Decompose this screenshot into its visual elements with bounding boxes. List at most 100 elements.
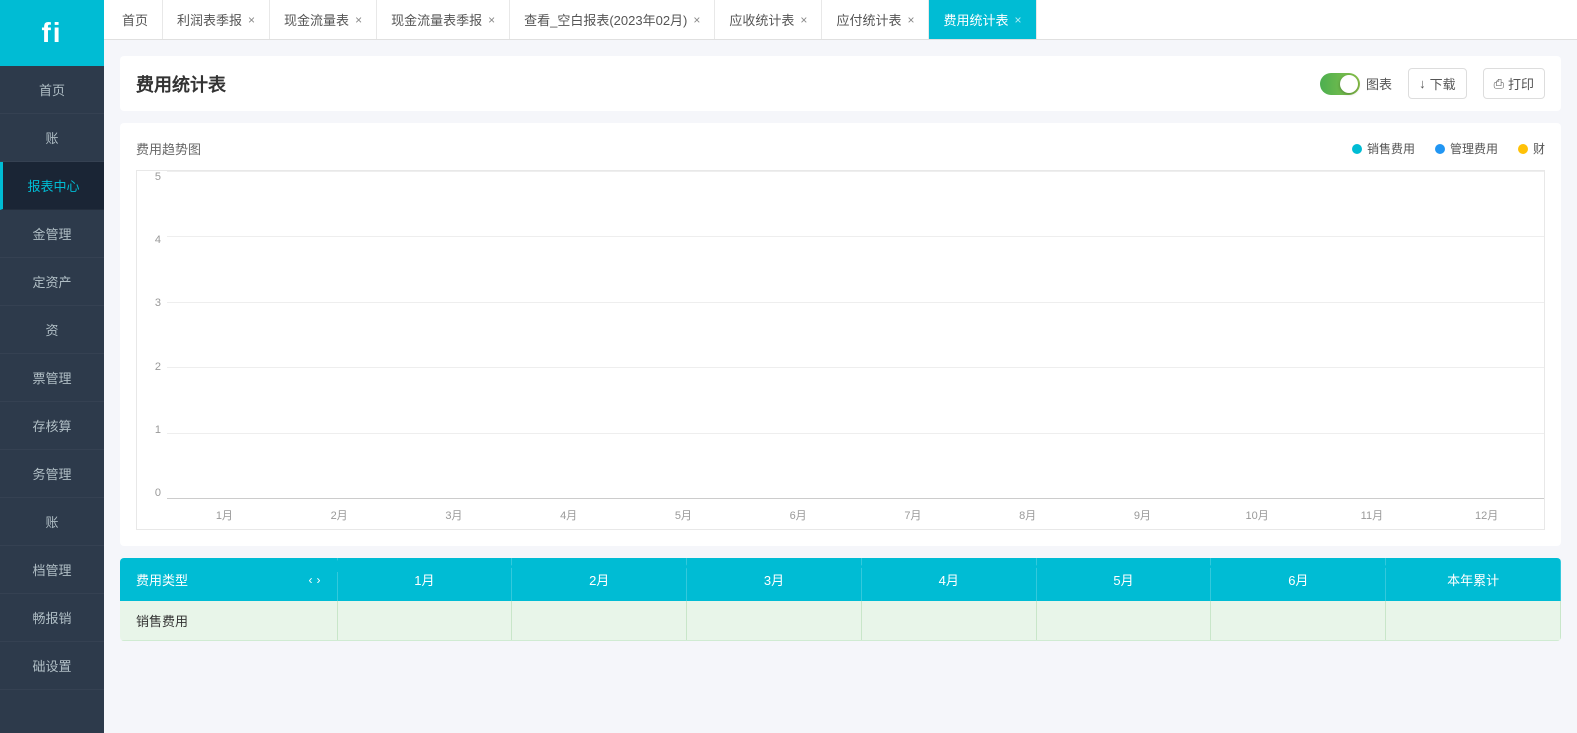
x-label-1: 1月 <box>167 507 282 523</box>
tab-home-label: 首页 <box>122 10 148 29</box>
td-sales-m3 <box>687 601 862 640</box>
legend-dot-admin <box>1435 144 1445 154</box>
tab-blank-report-close[interactable]: × <box>693 13 700 27</box>
dot-6 <box>788 560 801 571</box>
th-type-label: 费用类型 <box>136 570 188 589</box>
dot-4 <box>560 560 573 571</box>
header-actions: 图表 ↓ 下载 ⎙ 打印 <box>1320 68 1545 99</box>
dot-10 <box>1244 560 1257 571</box>
sidebar: fi 首页 账 报表中心 金管理 定资产 资 票管理 存核算 务管理 账 档管理… <box>0 0 104 733</box>
tab-cashflow-quarterly-label: 现金流量表季报 <box>391 10 482 29</box>
toggle-label: 图表 <box>1366 74 1392 93</box>
dot-2 <box>332 560 345 571</box>
tab-receivable[interactable]: 应收统计表 × <box>715 0 822 40</box>
tab-profit-quarterly-close[interactable]: × <box>248 13 255 27</box>
print-icon: ⎙ <box>1494 76 1504 92</box>
chart-toggle[interactable]: 图表 <box>1320 73 1392 95</box>
print-label: 打印 <box>1508 74 1534 93</box>
tab-expense-stats-close[interactable]: × <box>1014 13 1021 27</box>
x-label-11: 11月 <box>1315 507 1430 523</box>
y-label-1: 1 <box>155 424 161 436</box>
tab-cashflow[interactable]: 现金流量表 × <box>270 0 377 40</box>
tab-profit-quarterly[interactable]: 利润表季报 × <box>163 0 270 40</box>
tab-expense-stats[interactable]: 费用统计表 × <box>929 0 1036 40</box>
page-header: 费用统计表 图表 ↓ 下载 ⎙ 打印 <box>120 56 1561 111</box>
x-label-4: 4月 <box>511 507 626 523</box>
main-area: 首页 利润表季报 × 现金流量表 × 现金流量表季报 × 查看_空白报表(202… <box>104 0 1577 733</box>
legend-dot-finance <box>1518 144 1528 154</box>
toggle-track[interactable] <box>1320 73 1360 95</box>
x-label-7: 7月 <box>856 507 971 523</box>
sidebar-item-invoice-mgmt[interactable]: 票管理 <box>0 354 104 402</box>
sidebar-item-service-mgmt[interactable]: 务管理 <box>0 450 104 498</box>
legend-finance-expense: 财 <box>1518 140 1545 157</box>
dot-8 <box>1016 560 1029 571</box>
td-sales-m6 <box>1211 601 1386 640</box>
tab-payable-close[interactable]: × <box>907 13 914 27</box>
tab-home[interactable]: 首页 <box>108 0 163 40</box>
y-label-5: 5 <box>155 171 161 183</box>
chart-legend: 销售费用 管理费用 财 <box>1352 140 1545 157</box>
x-axis-labels: 1月 2月 3月 4月 5月 6月 7月 8月 9月 10月 11月 12月 <box>167 501 1544 529</box>
y-label-2: 2 <box>155 361 161 373</box>
tab-cashflow-label: 现金流量表 <box>284 10 349 29</box>
dot-11 <box>1357 560 1370 571</box>
legend-label-admin: 管理费用 <box>1450 140 1498 157</box>
th-arrow-left[interactable]: ‹ <box>309 573 313 587</box>
th-arrow-right[interactable]: › <box>317 573 321 587</box>
tab-blank-report[interactable]: 查看_空白报表(2023年02月) × <box>510 0 715 40</box>
x-label-12: 12月 <box>1429 507 1544 523</box>
dot-12 <box>1471 560 1484 571</box>
print-button[interactable]: ⎙ 打印 <box>1483 68 1545 99</box>
content-area: 费用统计表 图表 ↓ 下载 ⎙ 打印 <box>104 40 1577 733</box>
sidebar-item-report-center[interactable]: 报表中心 <box>0 162 104 210</box>
tab-bar: 首页 利润表季报 × 现金流量表 × 现金流量表季报 × 查看_空白报表(202… <box>104 0 1577 40</box>
sidebar-item-expense-report[interactable]: 畅报销 <box>0 594 104 642</box>
sidebar-item-capital[interactable]: 资 <box>0 306 104 354</box>
x-label-9: 9月 <box>1085 507 1200 523</box>
td-sales-yearly <box>1386 601 1561 640</box>
td-sales-m4 <box>862 601 1037 640</box>
td-type-sales: 销售费用 <box>120 601 338 640</box>
tab-payable[interactable]: 应付统计表 × <box>822 0 929 40</box>
sidebar-item-ledger[interactable]: 账 <box>0 498 104 546</box>
y-label-4: 4 <box>155 234 161 246</box>
legend-sales-expense: 销售费用 <box>1352 140 1415 157</box>
td-sales-m1 <box>338 601 513 640</box>
sidebar-item-inventory[interactable]: 存核算 <box>0 402 104 450</box>
tab-receivable-close[interactable]: × <box>800 13 807 27</box>
y-label-0: 0 <box>155 487 161 499</box>
download-label: 下载 <box>1430 74 1456 93</box>
tab-expense-stats-label: 费用统计表 <box>943 10 1008 29</box>
dot-1 <box>218 560 231 571</box>
x-label-8: 8月 <box>970 507 1085 523</box>
page-title: 费用统计表 <box>136 71 226 97</box>
legend-admin-expense: 管理费用 <box>1435 140 1498 157</box>
x-label-5: 5月 <box>626 507 741 523</box>
download-button[interactable]: ↓ 下载 <box>1408 68 1467 99</box>
x-label-10: 10月 <box>1200 507 1315 523</box>
tab-payable-label: 应付统计表 <box>836 10 901 29</box>
y-axis-labels: 5 4 3 2 1 0 <box>137 171 167 499</box>
dot-5 <box>674 560 687 571</box>
tab-cashflow-quarterly[interactable]: 现金流量表季报 × <box>377 0 510 40</box>
chart-header: 费用趋势图 销售费用 管理费用 财 <box>136 139 1545 158</box>
sidebar-scroll: 首页 账 报表中心 金管理 定资产 资 票管理 存核算 务管理 账 档管理 畅报… <box>0 66 104 733</box>
tab-receivable-label: 应收统计表 <box>729 10 794 29</box>
sidebar-item-fixed-assets[interactable]: 定资产 <box>0 258 104 306</box>
sidebar-item-settings[interactable]: 础设置 <box>0 642 104 690</box>
dot-7 <box>902 560 915 571</box>
legend-label-finance: 财 <box>1533 140 1545 157</box>
tab-cashflow-close[interactable]: × <box>355 13 362 27</box>
legend-dot-sales <box>1352 144 1362 154</box>
sidebar-item-cash-mgmt[interactable]: 金管理 <box>0 210 104 258</box>
tab-blank-report-label: 查看_空白报表(2023年02月) <box>524 10 687 29</box>
sidebar-item-archive-mgmt[interactable]: 档管理 <box>0 546 104 594</box>
x-label-3: 3月 <box>397 507 512 523</box>
sidebar-item-home[interactable]: 首页 <box>0 66 104 114</box>
toggle-thumb <box>1340 75 1358 93</box>
sidebar-item-account[interactable]: 账 <box>0 114 104 162</box>
dot-9 <box>1130 560 1143 571</box>
td-sales-m5 <box>1037 601 1212 640</box>
tab-cashflow-quarterly-close[interactable]: × <box>488 13 495 27</box>
